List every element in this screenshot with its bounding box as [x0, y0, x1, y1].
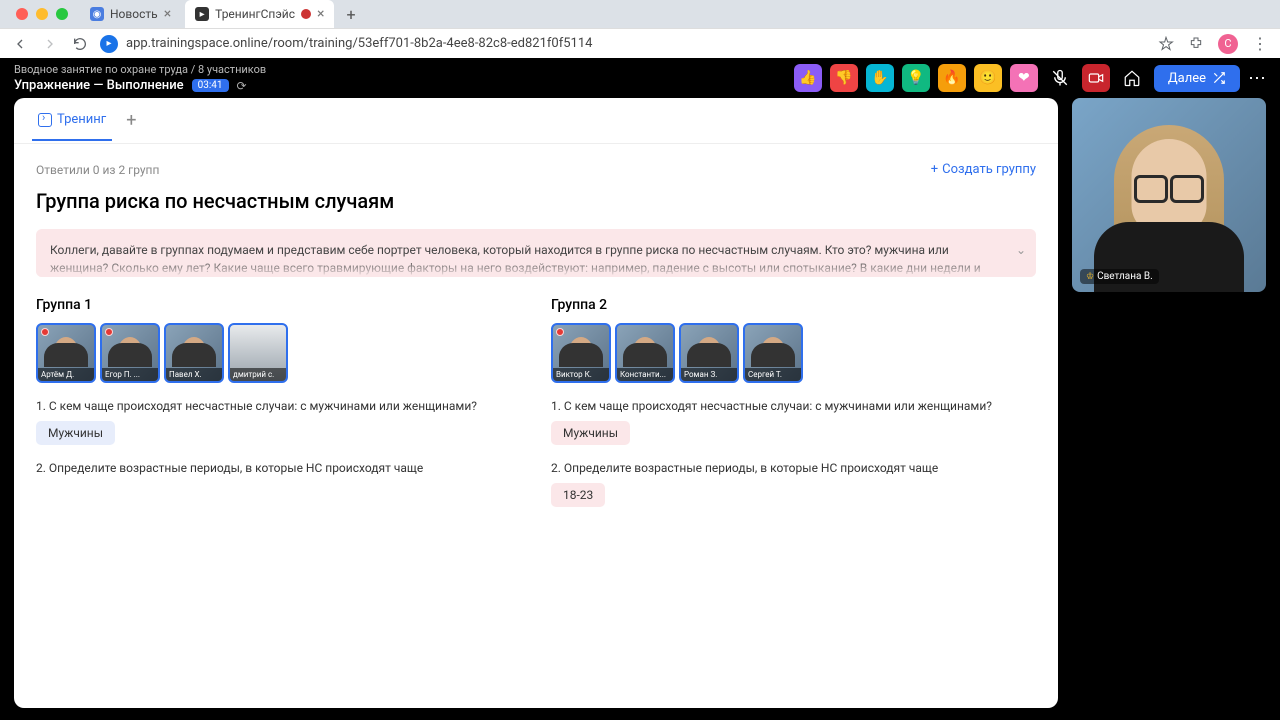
participant-tile[interactable]: Егор П. ... — [100, 323, 160, 383]
tab-label: Тренинг — [57, 112, 106, 127]
shuffle-icon — [1212, 71, 1226, 85]
reaction-thumbs-up[interactable]: 👍 — [794, 64, 822, 92]
question-text: 1. С кем чаще происходят несчастные случ… — [551, 399, 1036, 413]
breadcrumb: Вводное занятие по охране труда / 8 учас… — [14, 63, 266, 76]
reaction-thumbs-down[interactable]: 👎 — [830, 64, 858, 92]
window-controls — [8, 8, 76, 20]
participant-tile[interactable]: Артём Д. — [36, 323, 96, 383]
tab-favicon: ◉ — [90, 7, 104, 21]
answer-chip[interactable]: 18-23 — [551, 483, 605, 507]
exercise-title: Упражнение — Выполнение — [14, 78, 184, 93]
progress-text: Ответили 0 из 2 групп — [36, 163, 159, 177]
tab-title: ТренингСпэйс — [215, 7, 295, 21]
presenter-label: ♔ Светлана В. — [1080, 269, 1159, 284]
content-tabs: Тренинг + — [14, 98, 1058, 144]
mic-toggle[interactable] — [1046, 64, 1074, 92]
reaction-idea[interactable]: 💡 — [902, 64, 930, 92]
new-tab-button[interactable]: + — [338, 5, 363, 24]
recording-dot-icon — [105, 328, 113, 336]
camera-toggle[interactable] — [1082, 64, 1110, 92]
question-text: 1. С кем чаще происходят несчастные случ… — [36, 399, 521, 413]
refresh-icon[interactable]: ⟳ — [237, 79, 247, 93]
chevron-down-icon[interactable]: ⌄ — [1016, 241, 1026, 259]
next-button[interactable]: Далее — [1154, 65, 1240, 92]
site-icon: ▸ — [100, 35, 118, 53]
participant-name: Виктор К. — [553, 368, 609, 381]
participant-name: Константи... — [617, 368, 673, 381]
profile-avatar[interactable]: C — [1218, 34, 1238, 54]
reaction-heart[interactable]: ❤ — [1010, 64, 1038, 92]
plus-icon: + — [931, 162, 938, 177]
maximize-window-button[interactable] — [56, 8, 68, 20]
reaction-raise-hand[interactable]: ✋ — [866, 64, 894, 92]
participant-name: Егор П. ... — [102, 368, 158, 381]
reload-icon[interactable] — [72, 36, 88, 52]
timer-badge: 03:41 — [192, 79, 229, 92]
app-header: Вводное занятие по охране труда / 8 учас… — [0, 58, 1280, 98]
participant-name: дмитрий с. — [230, 368, 286, 381]
presenter-video[interactable]: ♔ Светлана В. — [1072, 98, 1266, 292]
browser-tab[interactable]: ◉ Новость × — [80, 0, 181, 28]
reaction-smile[interactable]: 🙂 — [974, 64, 1002, 92]
add-tab-button[interactable]: + — [112, 98, 150, 143]
participant-tile[interactable]: Роман З. — [679, 323, 739, 383]
instruction-text: Коллеги, давайте в группах подумаем и пр… — [50, 243, 981, 277]
group-title: Группа 1 — [36, 297, 521, 313]
tab-close-icon[interactable]: × — [164, 6, 171, 22]
minimize-window-button[interactable] — [36, 8, 48, 20]
participant-name: Роман З. — [681, 368, 737, 381]
participant-name: Павел Х. — [166, 368, 222, 381]
recording-icon — [301, 9, 311, 19]
presenter-figure — [1094, 117, 1244, 292]
participant-tile[interactable]: Виктор К. — [551, 323, 611, 383]
url-text: app.trainingspace.online/room/training/5… — [126, 36, 592, 51]
tab-close-icon[interactable]: × — [317, 6, 324, 22]
create-group-button[interactable]: + Создать группу — [931, 162, 1036, 177]
recording-dot-icon — [556, 328, 564, 336]
group-column: Группа 2 Виктор К. Константи... Роман З. Сер… — [551, 297, 1036, 523]
browser-tab-active[interactable]: ▸ ТренингСпэйс × — [185, 0, 334, 28]
next-button-label: Далее — [1168, 71, 1206, 86]
browser-chrome: ◉ Новость × ▸ ТренингСпэйс × + ▸ app.tra… — [0, 0, 1280, 58]
participant-name: Сергей Т. — [745, 368, 801, 381]
crown-icon: ♔ — [1086, 272, 1094, 282]
chrome-menu-icon[interactable]: ⋮ — [1252, 34, 1268, 53]
reaction-fire[interactable]: 🔥 — [938, 64, 966, 92]
presenter-name: Светлана В. — [1097, 271, 1153, 282]
tab-bar: ◉ Новость × ▸ ТренингСпэйс × + — [0, 0, 1280, 28]
extensions-icon[interactable] — [1188, 36, 1204, 52]
answer-chip[interactable]: Мужчины — [36, 421, 115, 445]
home-button[interactable] — [1118, 64, 1146, 92]
more-menu-icon[interactable]: ⋯ — [1248, 68, 1266, 89]
create-group-label: Создать группу — [942, 162, 1036, 177]
participant-tile[interactable]: Сергей Т. — [743, 323, 803, 383]
participant-name: Артём Д. — [38, 368, 94, 381]
address-bar: ▸ app.trainingspace.online/room/training… — [0, 28, 1280, 58]
participant-tile[interactable]: Константи... — [615, 323, 675, 383]
close-window-button[interactable] — [16, 8, 28, 20]
participant-tile[interactable]: дмитрий с. — [228, 323, 288, 383]
participants-row: Виктор К. Константи... Роман З. Сергей Т. — [551, 323, 1036, 383]
url-field[interactable]: ▸ app.trainingspace.online/room/training… — [100, 35, 1146, 53]
group-title: Группа 2 — [551, 297, 1036, 313]
question-text: 2. Определите возрастные периоды, в кото… — [551, 461, 1036, 475]
tab-training[interactable]: Тренинг — [32, 100, 112, 141]
group-column: Группа 1 Артём Д. Егор П. ... Павел Х. дмитр… — [36, 297, 521, 523]
forward-icon[interactable] — [42, 36, 58, 52]
instruction-box: Коллеги, давайте в группах подумаем и пр… — [36, 229, 1036, 277]
participant-tile[interactable]: Павел Х. — [164, 323, 224, 383]
participants-row: Артём Д. Егор П. ... Павел Х. дмитрий с. — [36, 323, 521, 383]
video-panel: ♔ Светлана В. — [1072, 98, 1266, 708]
back-icon[interactable] — [12, 36, 28, 52]
tab-title: Новость — [110, 7, 158, 21]
recording-dot-icon — [41, 328, 49, 336]
play-square-icon — [38, 113, 52, 127]
question-text: 2. Определите возрастные периоды, в кото… — [36, 461, 521, 475]
app-root: Вводное занятие по охране труда / 8 учас… — [0, 58, 1280, 720]
answer-chip[interactable]: Мужчины — [551, 421, 630, 445]
tab-favicon: ▸ — [195, 7, 209, 21]
section-title: Группа риска по несчастным случаям — [36, 189, 1036, 213]
content-panel: Тренинг + Ответили 0 из 2 групп + Создат… — [14, 98, 1058, 708]
star-icon[interactable] — [1158, 36, 1174, 52]
